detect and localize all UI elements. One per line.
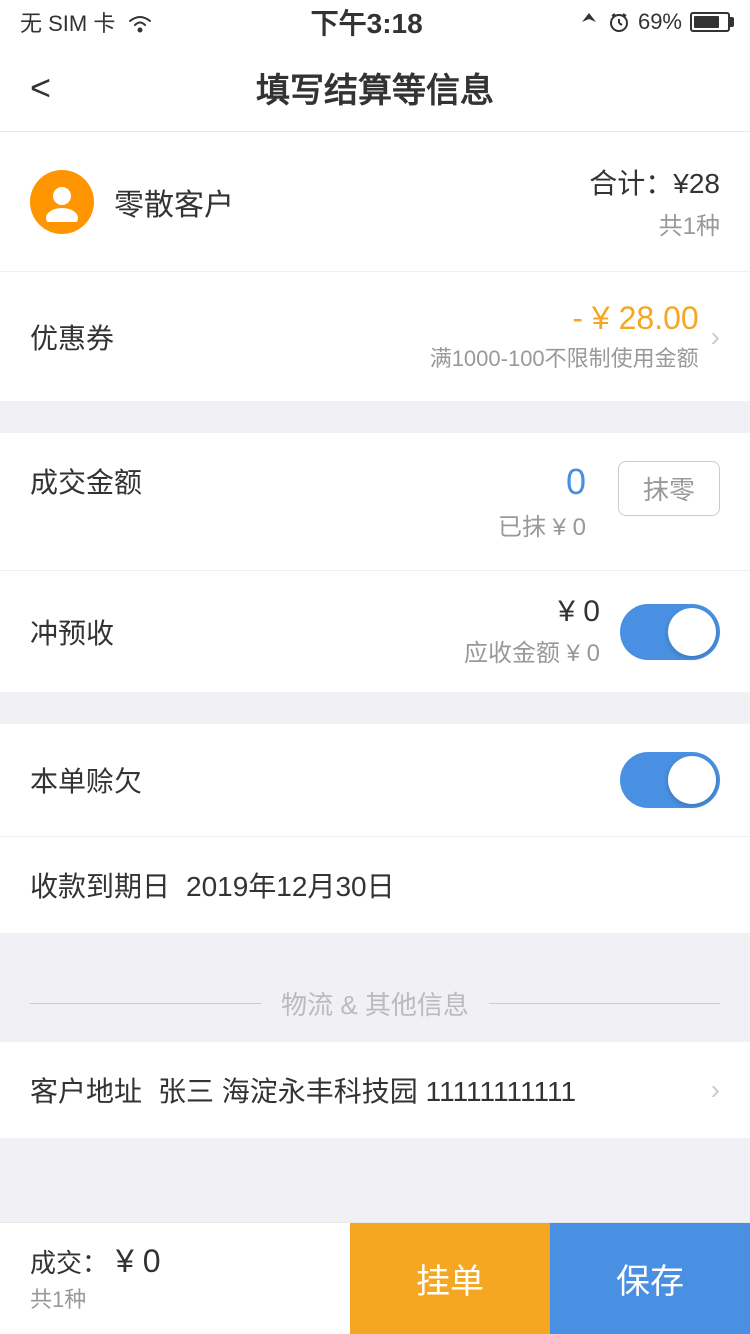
alarm-icon — [608, 11, 630, 33]
bottom-bar: 成交： ¥ 0 共1种 挂单 保存 — [0, 1222, 750, 1334]
page-title: 填写结算等信息 — [256, 63, 494, 112]
transaction-row: 成交金额 0 已抹 ¥ 0 抹零 — [0, 433, 750, 571]
status-bar: 无 SIM 卡 下午3:18 69% — [0, 0, 750, 44]
status-right: 69% — [578, 9, 730, 35]
status-left: 无 SIM 卡 — [20, 6, 155, 38]
due-date-value[interactable]: 2019年12月30日 — [186, 865, 395, 905]
round-button[interactable]: 抹零 — [618, 461, 720, 516]
address-row[interactable]: 客户地址 张三 海淀永丰科技园 11111111111 › — [0, 1042, 750, 1138]
wifi-icon — [125, 11, 155, 33]
debt-row: 本单赊欠 — [0, 724, 750, 836]
total-count: 共1种 — [589, 206, 720, 241]
due-date-row: 收款到期日 2019年12月30日 — [0, 836, 750, 933]
transaction-right: 0 已抹 ¥ 0 抹零 — [498, 461, 720, 542]
transaction-section: 成交金额 0 已抹 ¥ 0 抹零 冲预收 ¥ 0 应收金额 ¥ 0 — [0, 433, 750, 692]
coupon-right: - ¥ 28.00 满1000-100不限制使用金额 › — [430, 300, 720, 373]
section-divider-3 — [0, 949, 750, 965]
address-section: 客户地址 张三 海淀永丰科技园 11111111111 › — [0, 1042, 750, 1138]
pending-button[interactable]: 挂单 — [350, 1223, 550, 1334]
address-chevron-icon: › — [711, 1074, 720, 1106]
logistics-line-right — [489, 1003, 720, 1004]
transaction-amount[interactable]: 0 — [566, 461, 586, 503]
prereceive-toggle[interactable] — [620, 604, 720, 660]
customer-right: 合计：¥28 共1种 — [589, 162, 720, 241]
due-date-label: 收款到期日 — [30, 865, 170, 905]
logistics-text: 物流 & 其他信息 — [281, 985, 469, 1022]
customer-section: 零散客户 合计：¥28 共1种 优惠券 - ¥ 28.00 满1000-100不… — [0, 132, 750, 401]
bottom-transaction-row: 成交： ¥ 0 — [30, 1243, 320, 1280]
save-button[interactable]: 保存 — [550, 1223, 750, 1334]
logistics-divider: 物流 & 其他信息 — [0, 965, 750, 1042]
avatar — [30, 170, 94, 234]
coupon-label: 优惠券 — [30, 317, 114, 357]
bottom-count: 共1种 — [30, 1282, 320, 1314]
bottom-space — [0, 1154, 750, 1186]
battery-percent: 69% — [638, 9, 682, 35]
transaction-label: 成交金额 — [30, 461, 142, 501]
back-button[interactable]: < — [30, 67, 51, 109]
user-icon — [42, 182, 82, 222]
chevron-right-icon: › — [711, 321, 720, 353]
section-divider-1 — [0, 417, 750, 433]
status-time: 下午3:18 — [311, 2, 423, 42]
address-label: 客户地址 — [30, 1070, 142, 1110]
debt-label: 本单赊欠 — [30, 760, 142, 800]
debt-toggle[interactable] — [620, 752, 720, 808]
nav-bar: < 填写结算等信息 — [0, 44, 750, 132]
prereceive-label: 冲预收 — [30, 612, 114, 652]
prereceive-row: 冲预收 ¥ 0 应收金额 ¥ 0 — [0, 571, 750, 692]
no-sim-text: 无 SIM 卡 — [20, 6, 115, 38]
bottom-amount: ¥ 0 — [116, 1243, 160, 1280]
battery-icon — [690, 12, 730, 32]
address-value: 张三 海淀永丰科技园 11111111111 — [158, 1070, 707, 1110]
debt-section: 本单赊欠 收款到期日 2019年12月30日 — [0, 724, 750, 933]
total-amount: 合计：¥28 — [589, 162, 720, 202]
coupon-desc: 满1000-100不限制使用金额 — [430, 341, 699, 373]
toggle-knob — [668, 608, 716, 656]
prereceive-right: ¥ 0 应收金额 ¥ 0 — [464, 595, 720, 668]
coupon-amount: - ¥ 28.00 满1000-100不限制使用金额 — [430, 300, 699, 373]
debt-toggle-knob — [668, 756, 716, 804]
prereceive-amount: ¥ 0 应收金额 ¥ 0 — [464, 595, 600, 668]
transaction-value: 0 已抹 ¥ 0 — [498, 461, 586, 542]
coupon-discount: - ¥ 28.00 — [430, 300, 699, 337]
main-content: 零散客户 合计：¥28 共1种 优惠券 - ¥ 28.00 满1000-100不… — [0, 132, 750, 1306]
coupon-row[interactable]: 优惠券 - ¥ 28.00 满1000-100不限制使用金额 › — [0, 271, 750, 401]
prereceive-val: ¥ 0 — [464, 595, 600, 629]
prereceive-sub: 应收金额 ¥ 0 — [464, 633, 600, 668]
customer-row: 零散客户 合计：¥28 共1种 — [0, 132, 750, 271]
logistics-line-left — [30, 1003, 261, 1004]
bottom-transaction-label: 成交： — [30, 1243, 108, 1280]
transaction-sub: 已抹 ¥ 0 — [498, 507, 586, 542]
customer-name: 零散客户 — [114, 180, 234, 224]
customer-left: 零散客户 — [30, 170, 234, 234]
location-icon — [578, 11, 600, 33]
section-divider-2 — [0, 708, 750, 724]
bottom-left: 成交： ¥ 0 共1种 — [0, 1243, 350, 1314]
